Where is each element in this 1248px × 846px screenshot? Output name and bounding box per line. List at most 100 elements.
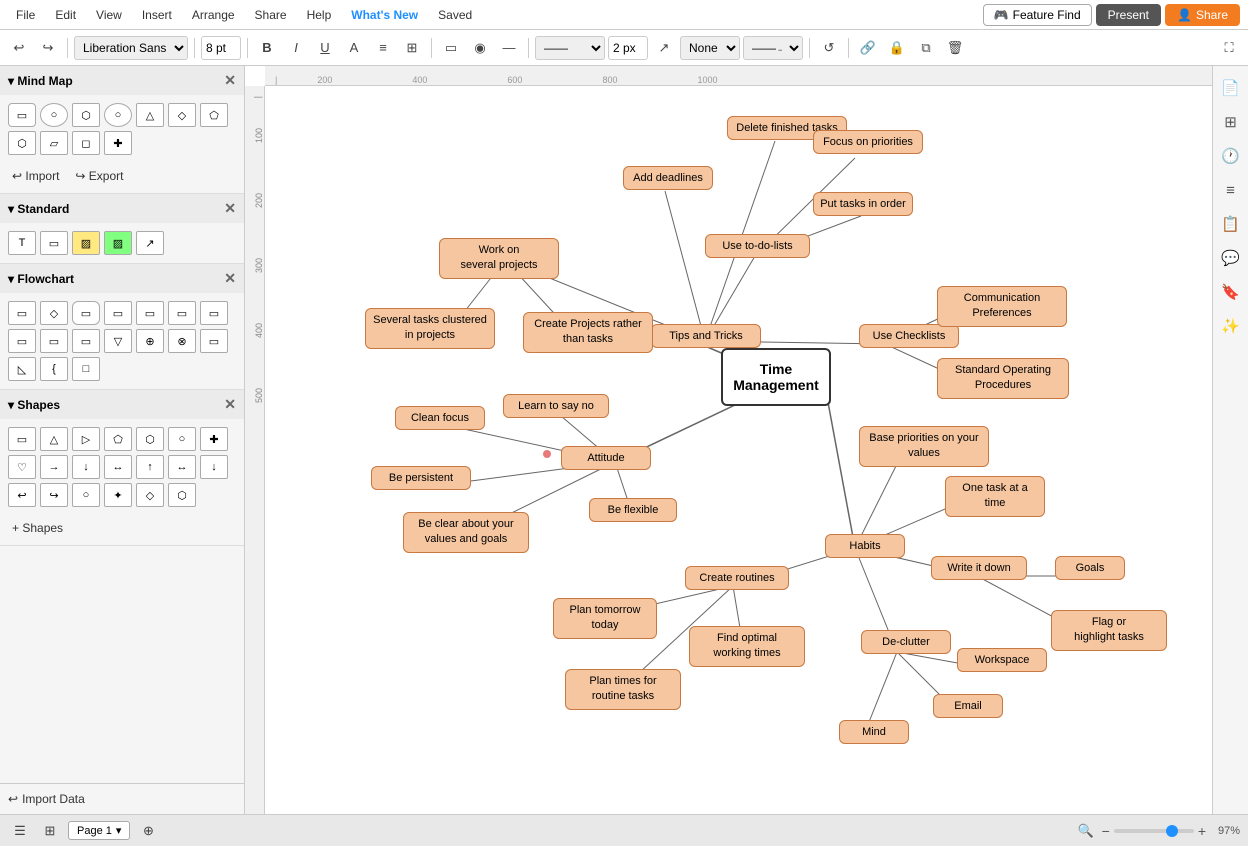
font-color-button[interactable]: A: [341, 35, 367, 61]
menu-view[interactable]: View: [88, 4, 130, 26]
add-page-button[interactable]: ⊕: [136, 819, 160, 843]
panel-standard-header[interactable]: ▾ Standard ✕: [0, 194, 244, 223]
shape-button[interactable]: ▭: [438, 35, 464, 61]
shape-sticky[interactable]: ▨: [72, 231, 100, 255]
node-one-task[interactable]: One task at atime: [945, 476, 1045, 517]
add-shapes-button[interactable]: + Shapes: [8, 519, 67, 537]
node-sop[interactable]: Standard OperatingProcedures: [937, 358, 1069, 399]
rp-clock-icon[interactable]: 🕐: [1217, 142, 1245, 170]
rp-grid-icon[interactable]: ⊞: [1217, 108, 1245, 136]
fill-button[interactable]: ◉: [467, 35, 493, 61]
connection-style-select[interactable]: ——→: [743, 36, 803, 60]
node-goals[interactable]: Goals: [1055, 556, 1125, 580]
node-use-checklists[interactable]: Use Checklists: [859, 324, 959, 348]
sh-arrow-lr2[interactable]: ↔: [168, 455, 196, 479]
font-size-input[interactable]: [201, 36, 241, 60]
refresh-button[interactable]: ↺: [816, 35, 842, 61]
node-put-tasks-order[interactable]: Put tasks in order: [813, 192, 913, 216]
lock-button[interactable]: 🔒: [884, 35, 910, 61]
import-button[interactable]: ↩ Import: [8, 167, 63, 185]
node-clear-values[interactable]: Be clear about yourvalues and goals: [403, 512, 529, 553]
sh-arrow-fwd[interactable]: ↪: [40, 483, 68, 507]
share-button[interactable]: 👤 Share: [1165, 4, 1240, 26]
node-be-persistent[interactable]: Be persistent: [371, 466, 471, 490]
menu-arrange[interactable]: Arrange: [184, 4, 243, 26]
sh-hexagon2[interactable]: ⬡: [168, 483, 196, 507]
sh-circle2[interactable]: ○: [72, 483, 100, 507]
sh-heart[interactable]: ♡: [8, 455, 36, 479]
sh-hexagon[interactable]: ⬡: [136, 427, 164, 451]
shape-pentagon[interactable]: ⬠: [200, 103, 228, 127]
rp-document-icon[interactable]: 📋: [1217, 210, 1245, 238]
import-data-button[interactable]: ↩ Import Data: [8, 792, 85, 806]
underline-button[interactable]: U: [312, 35, 338, 61]
feature-find-button[interactable]: 🎮 Feature Find: [983, 4, 1092, 26]
canvas-wrapper[interactable]: | 200 400 600 800 1000 | 100 200 300 400…: [245, 66, 1212, 814]
menu-insert[interactable]: Insert: [134, 4, 180, 26]
node-create-projects[interactable]: Create Projects ratherthan tasks: [523, 312, 653, 353]
rp-chat-icon[interactable]: 💬: [1217, 244, 1245, 272]
line-style-select[interactable]: ——: [535, 36, 605, 60]
undo-button[interactable]: ↩: [6, 35, 32, 61]
fc-rect6[interactable]: ▭: [8, 329, 36, 353]
node-flag-highlight[interactable]: Flag orhighlight tasks: [1051, 610, 1167, 651]
sh-arrow-down2[interactable]: ↓: [200, 455, 228, 479]
shape-arrow[interactable]: ↗: [136, 231, 164, 255]
menu-help[interactable]: Help: [299, 4, 340, 26]
present-button[interactable]: Present: [1096, 4, 1161, 26]
search-button[interactable]: 🔍: [1074, 819, 1098, 843]
line-size-input[interactable]: [608, 36, 648, 60]
node-clean-focus[interactable]: Clean focus: [395, 406, 485, 430]
sh-arrow-down[interactable]: ↓: [72, 455, 100, 479]
bold-button[interactable]: B: [254, 35, 280, 61]
sh-star[interactable]: ✦: [104, 483, 132, 507]
fc-rect7[interactable]: ▭: [40, 329, 68, 353]
fc-rounded[interactable]: ▭: [72, 301, 100, 325]
shape-sticky2[interactable]: ▨: [104, 231, 132, 255]
node-comm-prefs[interactable]: CommunicationPreferences: [937, 286, 1067, 327]
shape-rounded-rect[interactable]: ▭: [8, 103, 36, 127]
panel-shapes-close[interactable]: ✕: [224, 396, 236, 413]
shape-text[interactable]: T: [8, 231, 36, 255]
node-focus-priorities[interactable]: Focus on priorities: [813, 130, 923, 154]
rp-page-icon[interactable]: 📄: [1217, 74, 1245, 102]
panel-shapes-header[interactable]: ▾ Shapes ✕: [0, 390, 244, 419]
node-add-deadlines[interactable]: Add deadlines: [623, 166, 713, 190]
node-learn-say-no[interactable]: Learn to say no: [503, 394, 609, 418]
sh-arrow-lr[interactable]: ↔: [104, 455, 132, 479]
shape-triangle[interactable]: △: [136, 103, 164, 127]
panel-flowchart-header[interactable]: ▾ Flowchart ✕: [0, 264, 244, 293]
fc-triangle[interactable]: ▽: [104, 329, 132, 353]
shape-hexagon[interactable]: ⬡: [72, 103, 100, 127]
italic-button[interactable]: I: [283, 35, 309, 61]
rp-bookmark-icon[interactable]: 🔖: [1217, 278, 1245, 306]
fc-rect2[interactable]: ▭: [104, 301, 132, 325]
node-center[interactable]: Time Management: [721, 348, 831, 406]
menu-whats-new[interactable]: What's New: [343, 4, 426, 26]
node-tips[interactable]: Tips and Tricks: [651, 324, 761, 348]
sh-circle[interactable]: ○: [168, 427, 196, 451]
fc-brace-open[interactable]: {: [40, 357, 68, 381]
fc-rect4[interactable]: ▭: [168, 301, 196, 325]
shape-square[interactable]: ◻: [72, 131, 100, 155]
line-end-button[interactable]: ↗: [651, 35, 677, 61]
shape-plus[interactable]: ✚: [104, 131, 132, 155]
fc-rect5[interactable]: ▭: [200, 301, 228, 325]
node-be-flexible[interactable]: Be flexible: [589, 498, 677, 522]
shape-diamond[interactable]: ◇: [168, 103, 196, 127]
text-format-button[interactable]: ⊞: [399, 35, 425, 61]
node-de-clutter[interactable]: De-clutter: [861, 630, 951, 654]
node-base-priorities[interactable]: Base priorities on yourvalues: [859, 426, 989, 467]
fc-rect9[interactable]: ▭: [200, 329, 228, 353]
shape-parallelogram[interactable]: ▱: [40, 131, 68, 155]
export-button[interactable]: ↪ Export: [71, 167, 127, 185]
line-color-button[interactable]: —: [496, 35, 522, 61]
node-habits[interactable]: Habits: [825, 534, 905, 558]
align-button[interactable]: ≡: [370, 35, 396, 61]
fullscreen-button[interactable]: ⛶: [1216, 35, 1242, 61]
zoom-in-button[interactable]: +: [1198, 823, 1206, 839]
shape-hexagon2[interactable]: ⬡: [8, 131, 36, 155]
sh-arrow-right[interactable]: →: [40, 455, 68, 479]
node-use-todo[interactable]: Use to-do-lists: [705, 234, 810, 258]
node-attitude[interactable]: Attitude: [561, 446, 651, 470]
